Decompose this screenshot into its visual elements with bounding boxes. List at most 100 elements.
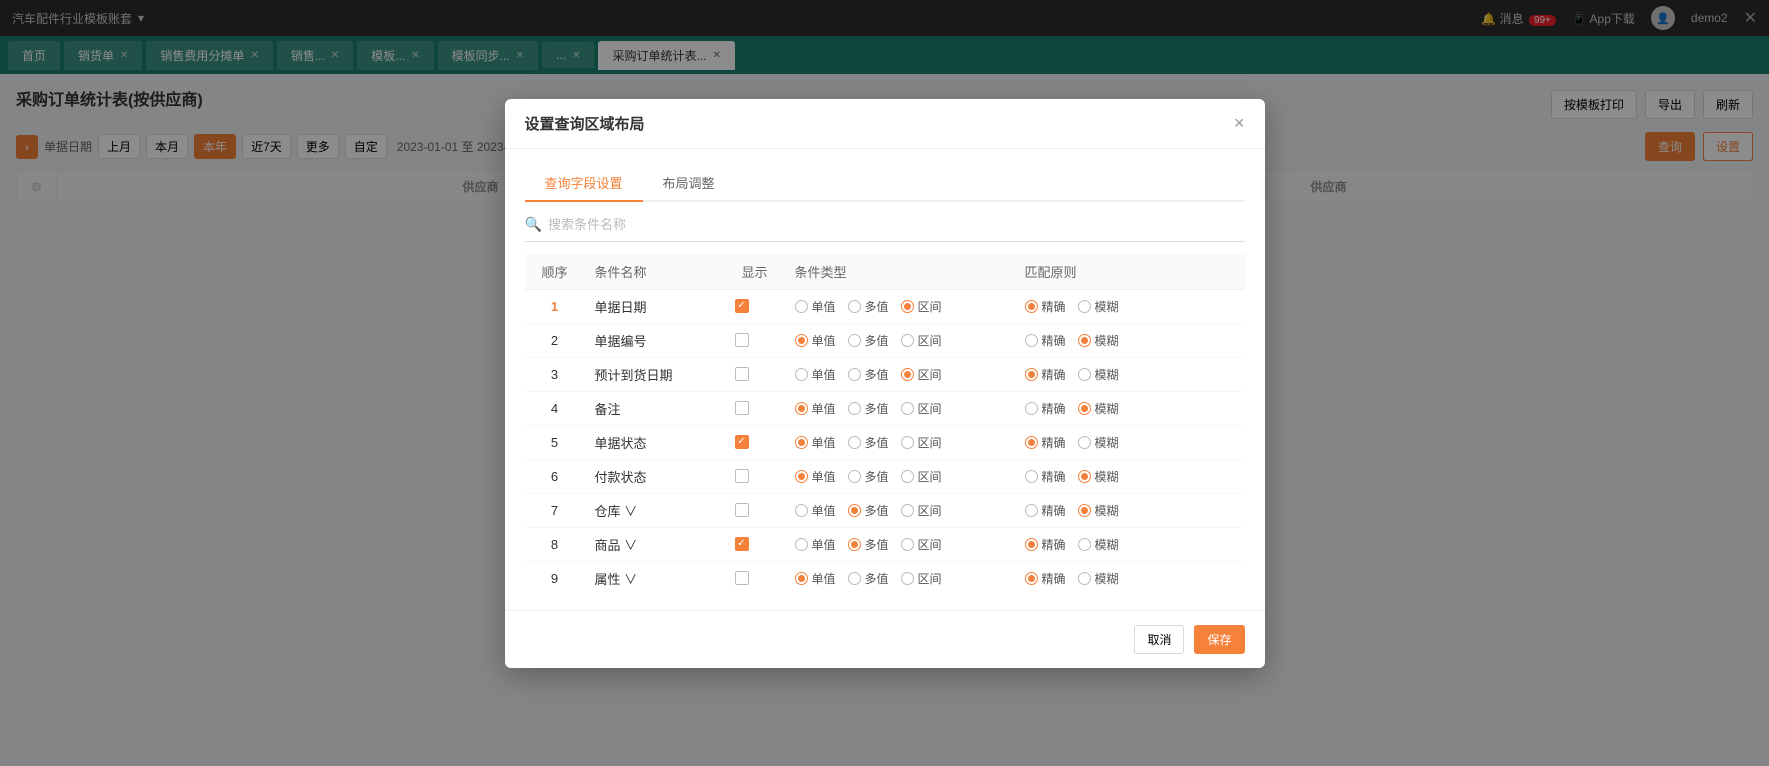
radio-type-single[interactable]: 单值 (795, 400, 836, 417)
radio-type-multi[interactable]: 多值 (848, 468, 889, 485)
radio-match-exact[interactable]: 精确 (1025, 298, 1066, 315)
checkbox[interactable] (735, 469, 749, 483)
table-row: 2单据编号单值多值区间精确模糊 (525, 323, 1245, 357)
row-display-checkbox[interactable] (725, 425, 785, 459)
radio-match-fuzzy[interactable]: 模糊 (1078, 400, 1119, 417)
dialog-header: 设置查询区域布局 × (505, 99, 1265, 149)
radio-match-exact[interactable]: 精确 (1025, 502, 1066, 519)
th-match: 匹配原则 (1015, 254, 1245, 290)
checkbox[interactable] (735, 503, 749, 517)
radio-match-circle-exact (1025, 300, 1038, 313)
radio-type-single[interactable]: 单值 (795, 570, 836, 587)
row-name: 单据状态 (585, 425, 725, 459)
radio-match-fuzzy[interactable]: 模糊 (1078, 366, 1119, 383)
radio-type-multi[interactable]: 多值 (848, 400, 889, 417)
checkbox[interactable] (735, 333, 749, 347)
radio-match-exact[interactable]: 精确 (1025, 536, 1066, 553)
radio-type-single[interactable]: 单值 (795, 434, 836, 451)
radio-match-fuzzy[interactable]: 模糊 (1078, 502, 1119, 519)
radio-match-circle-fuzzy (1078, 436, 1091, 449)
checkbox[interactable] (735, 401, 749, 415)
checkbox[interactable] (735, 367, 749, 381)
cancel-btn[interactable]: 取消 (1134, 625, 1184, 654)
table-row: 7仓库 ∨单值多值区间精确模糊 (525, 493, 1245, 527)
radio-match-fuzzy[interactable]: 模糊 (1078, 332, 1119, 349)
radio-match-exact[interactable]: 精确 (1025, 400, 1066, 417)
radio-match-circle-fuzzy (1078, 334, 1091, 347)
row-match: 精确模糊 (1015, 527, 1245, 561)
radio-type-range[interactable]: 区间 (901, 332, 942, 349)
row-display-checkbox[interactable] (725, 357, 785, 391)
radio-match-exact[interactable]: 精确 (1025, 468, 1066, 485)
radio-type-single[interactable]: 单值 (795, 468, 836, 485)
row-display-checkbox[interactable] (725, 561, 785, 594)
radio-type-single[interactable]: 单值 (795, 502, 836, 519)
save-btn[interactable]: 保存 (1194, 625, 1244, 654)
dialog-close-btn[interactable]: × (1234, 114, 1245, 132)
tab-layout-adjust[interactable]: 布局调整 (643, 165, 735, 202)
radio-type-multi[interactable]: 多值 (848, 332, 889, 349)
radio-type-range[interactable]: 区间 (901, 502, 942, 519)
radio-type-range[interactable]: 区间 (901, 570, 942, 587)
dialog-title: 设置查询区域布局 (525, 113, 645, 134)
radio-type-single[interactable]: 单值 (795, 332, 836, 349)
radio-match-fuzzy[interactable]: 模糊 (1078, 298, 1119, 315)
radio-type-multi[interactable]: 多值 (848, 298, 889, 315)
row-display-checkbox[interactable] (725, 459, 785, 493)
checkbox[interactable] (735, 537, 749, 551)
radio-type-range[interactable]: 区间 (901, 468, 942, 485)
radio-match-exact[interactable]: 精确 (1025, 570, 1066, 587)
th-type: 条件类型 (785, 254, 1015, 290)
radio-type-multi[interactable]: 多值 (848, 536, 889, 553)
checkbox[interactable] (735, 435, 749, 449)
radio-type-multi[interactable]: 多值 (848, 570, 889, 587)
tab-query-fields[interactable]: 查询字段设置 (525, 165, 643, 202)
radio-circle-multi (848, 402, 861, 415)
radio-match-fuzzy[interactable]: 模糊 (1078, 570, 1119, 587)
checkbox[interactable] (735, 299, 749, 313)
row-name: 单据编号 (585, 323, 725, 357)
row-match: 精确模糊 (1015, 425, 1245, 459)
search-input[interactable] (548, 217, 1245, 232)
row-type: 单值多值区间 (785, 289, 1015, 323)
radio-type-range[interactable]: 区间 (901, 298, 942, 315)
radio-match-exact[interactable]: 精确 (1025, 366, 1066, 383)
radio-circle-single (795, 334, 808, 347)
row-display-checkbox[interactable] (725, 323, 785, 357)
radio-circle-single (795, 504, 808, 517)
radio-type-single[interactable]: 单值 (795, 536, 836, 553)
row-type: 单值多值区间 (785, 425, 1015, 459)
radio-type-single[interactable]: 单值 (795, 298, 836, 315)
dialog-body: 查询字段设置 布局调整 🔍 顺序 条件名称 显示 (505, 149, 1265, 610)
row-name: 预计到货日期 (585, 357, 725, 391)
row-display-checkbox[interactable] (725, 527, 785, 561)
table-row: 6付款状态单值多值区间精确模糊 (525, 459, 1245, 493)
radio-circle-range (901, 300, 914, 313)
radio-type-multi[interactable]: 多值 (848, 434, 889, 451)
row-name: 属性 ∨ (585, 561, 725, 594)
radio-type-range[interactable]: 区间 (901, 366, 942, 383)
row-match: 精确模糊 (1015, 323, 1245, 357)
radio-type-multi[interactable]: 多值 (848, 366, 889, 383)
radio-type-range[interactable]: 区间 (901, 536, 942, 553)
radio-match-fuzzy[interactable]: 模糊 (1078, 434, 1119, 451)
radio-circle-range (901, 572, 914, 585)
row-type: 单值多值区间 (785, 493, 1015, 527)
radio-match-fuzzy[interactable]: 模糊 (1078, 468, 1119, 485)
table-row: 9属性 ∨单值多值区间精确模糊 (525, 561, 1245, 594)
row-display-checkbox[interactable] (725, 289, 785, 323)
radio-type-multi[interactable]: 多值 (848, 502, 889, 519)
radio-match-fuzzy[interactable]: 模糊 (1078, 536, 1119, 553)
row-type: 单值多值区间 (785, 527, 1015, 561)
radio-type-range[interactable]: 区间 (901, 434, 942, 451)
checkbox[interactable] (735, 571, 749, 585)
radio-type-range[interactable]: 区间 (901, 400, 942, 417)
radio-match-circle-fuzzy (1078, 402, 1091, 415)
radio-match-exact[interactable]: 精确 (1025, 332, 1066, 349)
row-display-checkbox[interactable] (725, 493, 785, 527)
row-match: 精确模糊 (1015, 289, 1245, 323)
radio-type-single[interactable]: 单值 (795, 366, 836, 383)
row-display-checkbox[interactable] (725, 391, 785, 425)
row-type: 单值多值区间 (785, 323, 1015, 357)
radio-match-exact[interactable]: 精确 (1025, 434, 1066, 451)
